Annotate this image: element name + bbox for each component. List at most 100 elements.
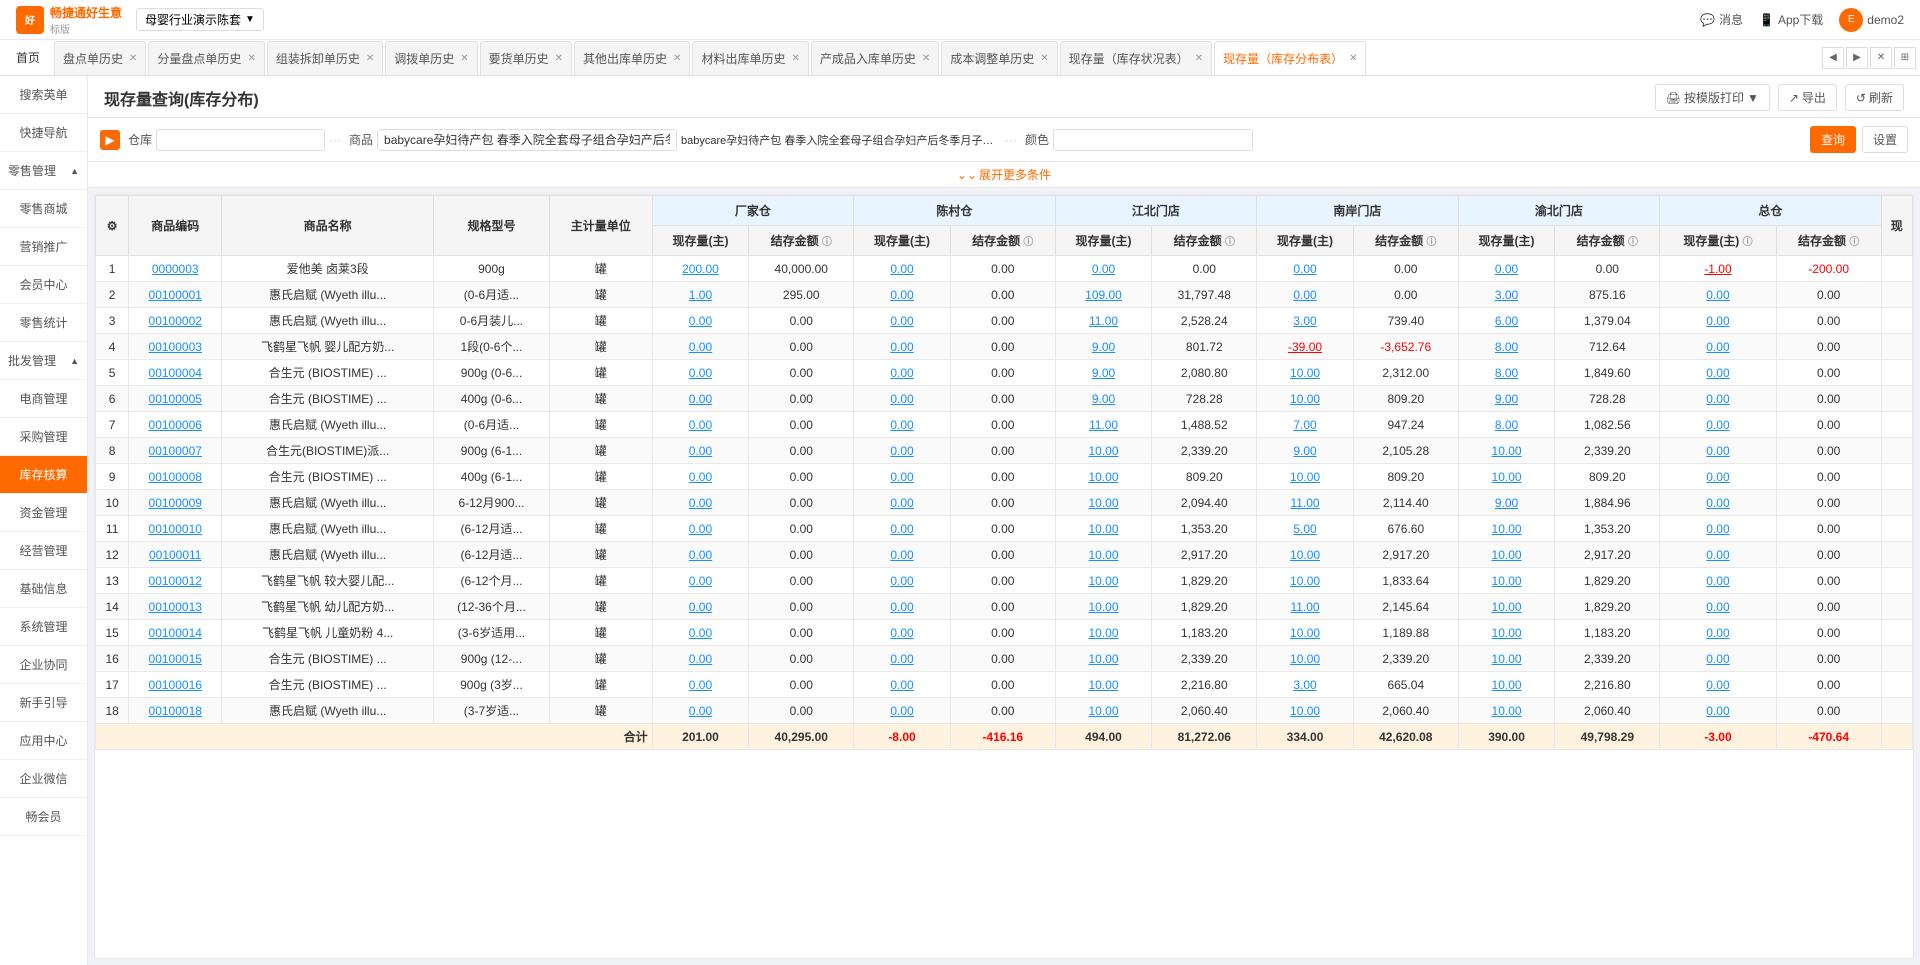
td-code[interactable]: 00100002 xyxy=(129,308,222,334)
td-chenshan-stock[interactable]: 0.00 xyxy=(854,360,951,386)
tab-item-4[interactable]: 要货单历史✕ xyxy=(480,41,572,75)
td-code[interactable]: 00100014 xyxy=(129,620,222,646)
td-chenshan-stock[interactable]: 0.00 xyxy=(854,386,951,412)
td-nanan-stock[interactable]: -39.00 xyxy=(1257,334,1354,360)
tab-close-button[interactable]: ✕ xyxy=(247,53,255,64)
app-download-item[interactable]: 📱 App下载 xyxy=(1759,11,1823,28)
td-factory-stock[interactable]: 0.00 xyxy=(652,672,749,698)
goods-input[interactable] xyxy=(377,129,677,151)
td-chenshan-stock[interactable]: 0.00 xyxy=(854,698,951,724)
td-code[interactable]: 00100013 xyxy=(129,594,222,620)
td-code[interactable]: 00100016 xyxy=(129,672,222,698)
td-yuanbei-stock[interactable]: 9.00 xyxy=(1458,386,1555,412)
td-factory-stock[interactable]: 200.00 xyxy=(652,256,749,282)
tab-close-button[interactable]: ✕ xyxy=(1195,53,1203,64)
info-icon[interactable]: ⓘ xyxy=(1023,237,1033,248)
td-jiangbei-stock[interactable]: 10.00 xyxy=(1055,594,1152,620)
td-nanan-stock[interactable]: 10.00 xyxy=(1257,360,1354,386)
sidebar-item-7[interactable]: 批发管理▲ xyxy=(0,342,87,380)
td-jiangbei-stock[interactable]: 10.00 xyxy=(1055,646,1152,672)
td-nanan-stock[interactable]: 3.00 xyxy=(1257,308,1354,334)
td-jiangbei-stock[interactable]: 109.00 xyxy=(1055,282,1152,308)
td-code[interactable]: 00100015 xyxy=(129,646,222,672)
tab-item-3[interactable]: 调拨单历史✕ xyxy=(385,41,477,75)
sidebar-item-3[interactable]: 零售商城 xyxy=(0,190,87,228)
sidebar-item-5[interactable]: 会员中心 xyxy=(0,266,87,304)
td-total-stock[interactable]: 0.00 xyxy=(1660,438,1777,464)
info-icon[interactable]: ⓘ xyxy=(1849,237,1859,248)
message-item[interactable]: 💬 消息 xyxy=(1700,11,1743,28)
td-jiangbei-stock[interactable]: 10.00 xyxy=(1055,672,1152,698)
td-factory-stock[interactable]: 0.00 xyxy=(652,386,749,412)
sidebar-item-13[interactable]: 基础信息 xyxy=(0,570,87,608)
td-chenshan-stock[interactable]: 0.00 xyxy=(854,672,951,698)
td-yuanbei-stock[interactable]: 8.00 xyxy=(1458,412,1555,438)
sidebar-item-17[interactable]: 应用中心 xyxy=(0,722,87,760)
td-nanan-stock[interactable]: 10.00 xyxy=(1257,698,1354,724)
td-factory-stock[interactable]: 0.00 xyxy=(652,698,749,724)
td-total-stock[interactable]: 0.00 xyxy=(1660,334,1777,360)
td-total-stock[interactable]: 0.00 xyxy=(1660,672,1777,698)
td-total-stock[interactable]: 0.00 xyxy=(1660,646,1777,672)
sidebar-item-10[interactable]: 库存核算 xyxy=(0,456,87,494)
td-yuanbei-stock[interactable]: 8.00 xyxy=(1458,360,1555,386)
td-chenshan-stock[interactable]: 0.00 xyxy=(854,282,951,308)
td-total-stock[interactable]: 0.00 xyxy=(1660,698,1777,724)
sidebar-item-15[interactable]: 企业协同 xyxy=(0,646,87,684)
td-jiangbei-stock[interactable]: 10.00 xyxy=(1055,568,1152,594)
td-total-stock[interactable]: 0.00 xyxy=(1660,412,1777,438)
td-chenshan-stock[interactable]: 0.00 xyxy=(854,620,951,646)
td-factory-stock[interactable]: 0.00 xyxy=(652,438,749,464)
td-total-stock[interactable]: -1.00 xyxy=(1660,256,1777,282)
td-chenshan-stock[interactable]: 0.00 xyxy=(854,568,951,594)
td-code[interactable]: 00100018 xyxy=(129,698,222,724)
td-code[interactable]: 00100008 xyxy=(129,464,222,490)
td-chenshan-stock[interactable]: 0.00 xyxy=(854,308,951,334)
tab-home[interactable]: 首页 xyxy=(4,40,52,76)
tab-item-1[interactable]: 分量盘点单历史✕ xyxy=(148,41,264,75)
filter-toggle-arrow[interactable]: ▶ xyxy=(100,130,120,150)
td-factory-stock[interactable]: 0.00 xyxy=(652,646,749,672)
td-jiangbei-stock[interactable]: 9.00 xyxy=(1055,360,1152,386)
td-nanan-stock[interactable]: 7.00 xyxy=(1257,412,1354,438)
info-icon[interactable]: ⓘ xyxy=(1628,237,1638,248)
td-total-stock[interactable]: 0.00 xyxy=(1660,464,1777,490)
info-icon[interactable]: ⓘ xyxy=(822,237,832,248)
org-selector[interactable]: 母婴行业演示陈套 ▼ xyxy=(136,8,264,31)
td-chenshan-stock[interactable]: 0.00 xyxy=(854,646,951,672)
td-total-stock[interactable]: 0.00 xyxy=(1660,308,1777,334)
td-code[interactable]: 00100010 xyxy=(129,516,222,542)
td-jiangbei-stock[interactable]: 11.00 xyxy=(1055,308,1152,334)
td-code[interactable]: 00100011 xyxy=(129,542,222,568)
sidebar-item-9[interactable]: 采购管理 xyxy=(0,418,87,456)
sidebar-item-2[interactable]: 零售管理▲ xyxy=(0,152,87,190)
td-factory-stock[interactable]: 0.00 xyxy=(652,594,749,620)
tab-item-9[interactable]: 现存量（库存状况表）✕ xyxy=(1060,41,1212,75)
td-chenshan-stock[interactable]: 0.00 xyxy=(854,256,951,282)
td-code[interactable]: 00100006 xyxy=(129,412,222,438)
tab-item-5[interactable]: 其他出库单历史✕ xyxy=(574,41,690,75)
td-nanan-stock[interactable]: 10.00 xyxy=(1257,620,1354,646)
expand-filter-button[interactable]: ⌄⌄ 展开更多条件 xyxy=(957,166,1051,183)
td-total-stock[interactable]: 0.00 xyxy=(1660,490,1777,516)
tab-item-8[interactable]: 成本调整单历史✕ xyxy=(941,41,1057,75)
sidebar-item-4[interactable]: 营销推广 xyxy=(0,228,87,266)
td-factory-stock[interactable]: 0.00 xyxy=(652,334,749,360)
sidebar-item-18[interactable]: 企业微信 xyxy=(0,760,87,798)
td-jiangbei-stock[interactable]: 10.00 xyxy=(1055,542,1152,568)
td-factory-stock[interactable]: 0.00 xyxy=(652,620,749,646)
td-yuanbei-stock[interactable]: 10.00 xyxy=(1458,646,1555,672)
td-code[interactable]: 00100005 xyxy=(129,386,222,412)
td-factory-stock[interactable]: 0.00 xyxy=(652,412,749,438)
td-yuanbei-stock[interactable]: 10.00 xyxy=(1458,594,1555,620)
td-nanan-stock[interactable]: 0.00 xyxy=(1257,282,1354,308)
info-icon[interactable]: ⓘ xyxy=(1743,237,1753,248)
td-yuanbei-stock[interactable]: 10.00 xyxy=(1458,438,1555,464)
td-total-stock[interactable]: 0.00 xyxy=(1660,620,1777,646)
td-nanan-stock[interactable]: 11.00 xyxy=(1257,490,1354,516)
refresh-button[interactable]: ↺ 刷新 xyxy=(1845,84,1904,111)
sidebar-item-1[interactable]: 快捷导航 xyxy=(0,114,87,152)
query-button[interactable]: 查询 xyxy=(1810,126,1856,153)
th-gear[interactable]: ⚙ xyxy=(96,196,129,256)
td-jiangbei-stock[interactable]: 10.00 xyxy=(1055,698,1152,724)
